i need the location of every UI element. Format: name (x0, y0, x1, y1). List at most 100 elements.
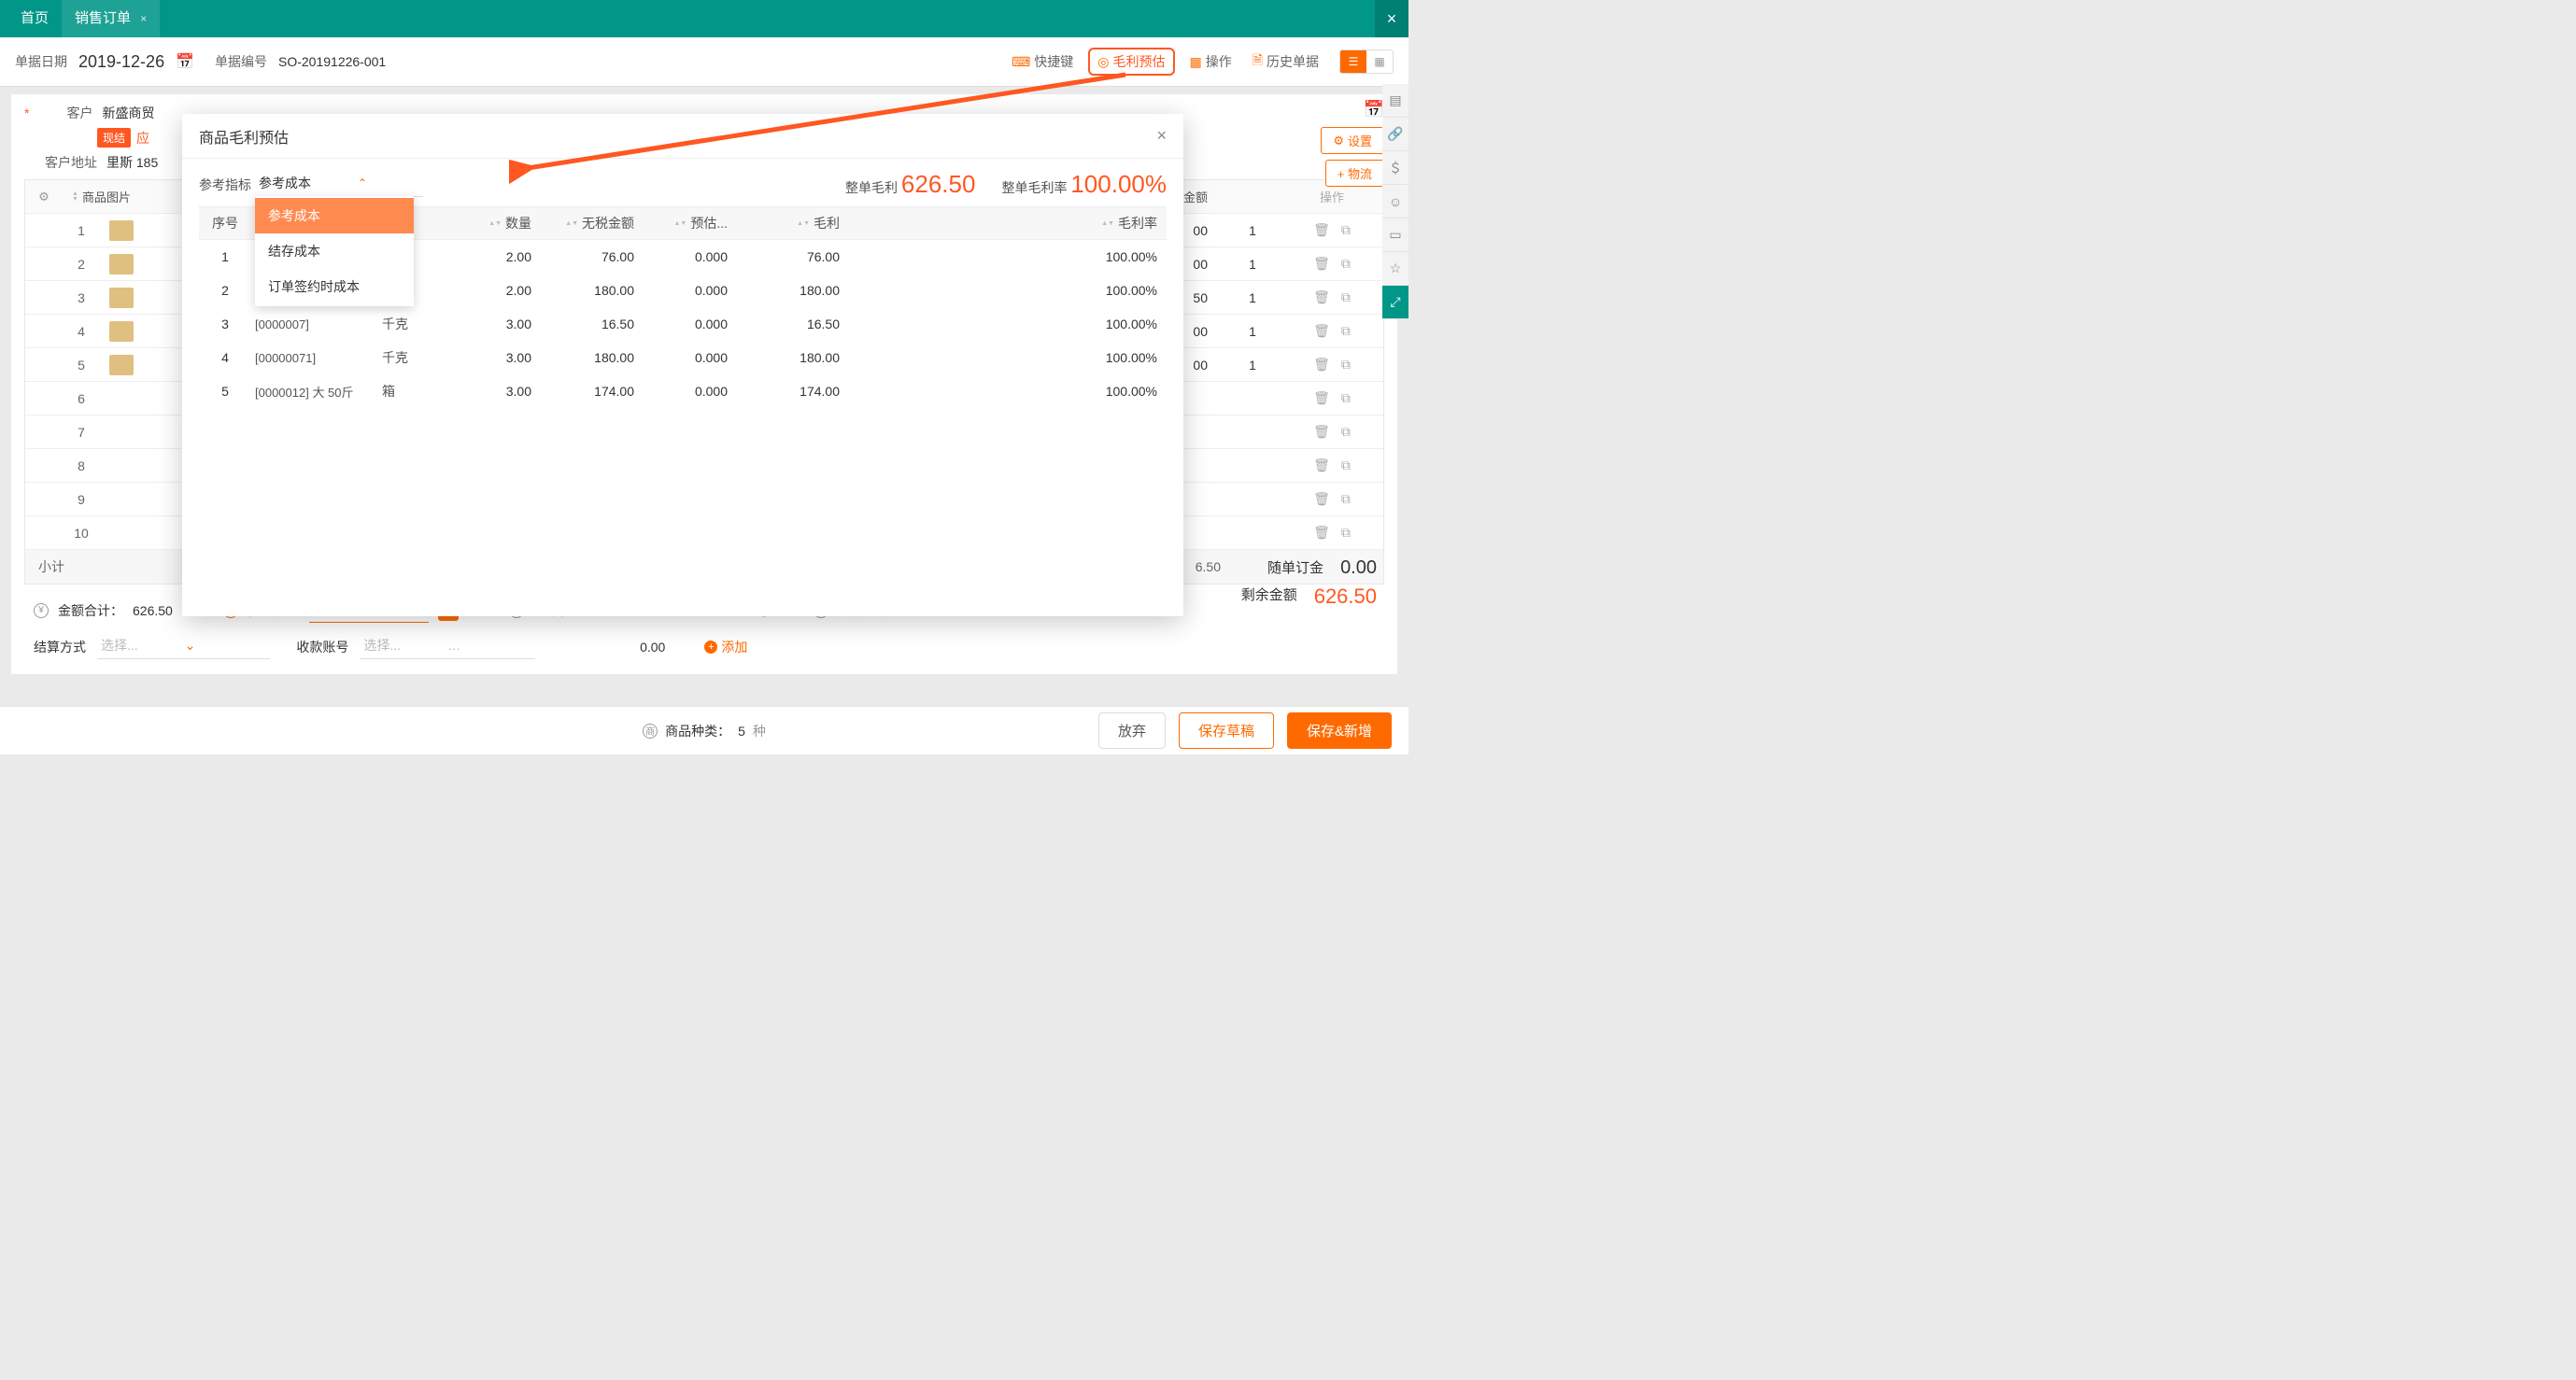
settle-select[interactable]: 选择...⌄ (97, 634, 270, 659)
settlement-row: 结算方式 选择...⌄ 收款账号 选择...… 0.00 + 添加 (24, 628, 1384, 674)
col-image[interactable]: 商品图片 (82, 188, 131, 205)
ref-indicator-select[interactable]: 参考成本 ⌃ 参考成本 结存成本 订单签约时成本 (255, 172, 423, 197)
copy-icon[interactable]: ⧉ (1341, 256, 1351, 272)
operate-button[interactable]: ▦操作 (1184, 49, 1238, 75)
amount-total-value: 626.50 (133, 603, 173, 618)
delete-icon[interactable]: 🗑 (1313, 222, 1330, 238)
col-index[interactable]: 序号 (199, 214, 251, 232)
col-profit[interactable]: 毛利 (814, 216, 840, 231)
rail-user-icon[interactable]: ☺ (1382, 185, 1408, 218)
cell-qty: 2.00 (447, 283, 550, 298)
ref-dropdown: 参考成本 结存成本 订单签约时成本 (255, 196, 414, 306)
delete-icon[interactable]: 🗑 (1313, 491, 1330, 507)
col-est[interactable]: 预估... (690, 216, 728, 231)
order-no-label: 单据编号 (215, 52, 267, 71)
settings-button[interactable]: ⚙设置 (1321, 127, 1384, 154)
cell-rate: 100.00% (868, 317, 1167, 331)
customer-value[interactable]: 新盛商贸 (102, 104, 154, 122)
col-qty[interactable]: 数量 (505, 216, 531, 231)
copy-icon[interactable]: ⧉ (1341, 323, 1351, 339)
view-list-icon[interactable]: ☰ (1340, 50, 1366, 73)
col-net[interactable]: 无税金额 (582, 216, 634, 231)
doc-header: 单据日期 2019-12-26 📅 单据编号 SO-20191226-001 ⌨… (0, 37, 1408, 87)
product-thumb (109, 254, 134, 275)
gear-icon[interactable]: ⚙ (25, 190, 63, 204)
view-grid-icon[interactable]: ▦ (1366, 50, 1393, 73)
rail-link-icon[interactable]: 🔗 (1382, 118, 1408, 151)
dropdown-option[interactable]: 参考成本 (255, 198, 414, 233)
cell-qty: 3.00 (447, 350, 550, 365)
delete-icon[interactable]: 🗑 (1313, 357, 1330, 373)
history-button[interactable]: 🗎历史单据 (1247, 47, 1324, 77)
cell-net: 180.00 (550, 283, 653, 298)
view-toggle: ☰ ▦ (1339, 49, 1394, 74)
col-amount[interactable]: 金额 (1183, 190, 1208, 204)
rail-star-icon[interactable]: ☆ (1382, 252, 1408, 286)
copy-icon[interactable]: ⧉ (1341, 458, 1351, 473)
tab-sales-order[interactable]: 销售订单 × (62, 0, 160, 37)
close-icon[interactable]: × (1156, 126, 1167, 146)
delete-icon[interactable]: 🗑 (1313, 458, 1330, 473)
calendar-icon[interactable]: 📅 (1364, 100, 1384, 120)
delete-icon[interactable]: 🗑 (1313, 390, 1330, 406)
delete-icon[interactable]: 🗑 (1313, 323, 1330, 339)
rail-card-icon[interactable]: ▭ (1382, 218, 1408, 252)
dropdown-option[interactable]: 结存成本 (255, 233, 414, 269)
save-new-button[interactable]: 保存&新增 (1287, 712, 1392, 749)
cell-est: 0.000 (653, 283, 746, 298)
copy-icon[interactable]: ⧉ (1341, 390, 1351, 406)
deposit-label: 随单订金 (1267, 557, 1323, 579)
subtotal-value: 6.50 (1196, 559, 1221, 574)
cell-index: 3 (199, 317, 251, 331)
addr-value[interactable]: 里斯 185 (106, 153, 158, 172)
profit-estimate-button[interactable]: ◎毛利预估 (1088, 48, 1174, 76)
kinds-unit: 种 (753, 722, 766, 740)
subtotal-label: 小计 (38, 557, 64, 576)
logistics-button[interactable]: + 物流 (1325, 160, 1384, 187)
close-icon[interactable]: × (140, 12, 147, 25)
calendar-icon[interactable]: 📅 (176, 52, 194, 71)
rail-expand-icon[interactable]: ⤢ (1382, 286, 1408, 319)
row-qty: 1 (1224, 358, 1281, 373)
add-button[interactable]: + 添加 (704, 638, 747, 656)
cell-profit: 174.00 (746, 384, 868, 399)
goods-icon: 商 (643, 724, 658, 739)
cell-net: 174.00 (550, 384, 653, 399)
tabbar-close-icon[interactable]: × (1375, 0, 1408, 37)
tab-label: 销售订单 (75, 10, 131, 26)
rail-note-icon[interactable]: ▤ (1382, 84, 1408, 118)
copy-icon[interactable]: ⧉ (1341, 222, 1351, 238)
delete-icon[interactable]: 🗑 (1313, 256, 1330, 272)
tab-home[interactable]: 首页 (7, 0, 62, 37)
copy-icon[interactable]: ⧉ (1341, 424, 1351, 440)
order-no-value: SO-20191226-001 (278, 54, 386, 69)
delete-icon[interactable]: 🗑 (1313, 289, 1330, 305)
plus-icon: + (704, 641, 717, 654)
account-select[interactable]: 选择...… (360, 634, 535, 659)
copy-icon[interactable]: ⧉ (1341, 525, 1351, 541)
shortcut-button[interactable]: ⌨快捷键 (1006, 49, 1079, 75)
copy-icon[interactable]: ⧉ (1341, 357, 1351, 373)
history-icon: 🗎 (1253, 50, 1263, 73)
pay-now-tag: 现结 (97, 128, 131, 148)
dropdown-option[interactable]: 订单签约时成本 (255, 269, 414, 304)
product-thumb (109, 220, 134, 241)
cell-est: 0.000 (653, 249, 746, 264)
cell-net: 76.00 (550, 249, 653, 264)
save-draft-button[interactable]: 保存草稿 (1179, 712, 1274, 749)
target-icon: ◎ (1097, 54, 1109, 70)
delete-icon[interactable]: 🗑 (1313, 424, 1330, 440)
abandon-button[interactable]: 放弃 (1098, 712, 1166, 749)
account-amount[interactable]: 0.00 (640, 640, 665, 655)
col-rate[interactable]: 毛利率 (1118, 216, 1157, 231)
cell-index: 4 (199, 350, 251, 365)
rail-money-icon[interactable]: ＄ (1382, 151, 1408, 185)
deposit-value: 0.00 (1340, 557, 1377, 579)
copy-icon[interactable]: ⧉ (1341, 491, 1351, 507)
copy-icon[interactable]: ⧉ (1341, 289, 1351, 305)
history-label: 历史单据 (1267, 52, 1319, 71)
row-qty: 1 (1224, 257, 1281, 272)
delete-icon[interactable]: 🗑 (1313, 525, 1330, 541)
date-value[interactable]: 2019-12-26 (78, 52, 164, 72)
row-qty: 1 (1224, 290, 1281, 305)
